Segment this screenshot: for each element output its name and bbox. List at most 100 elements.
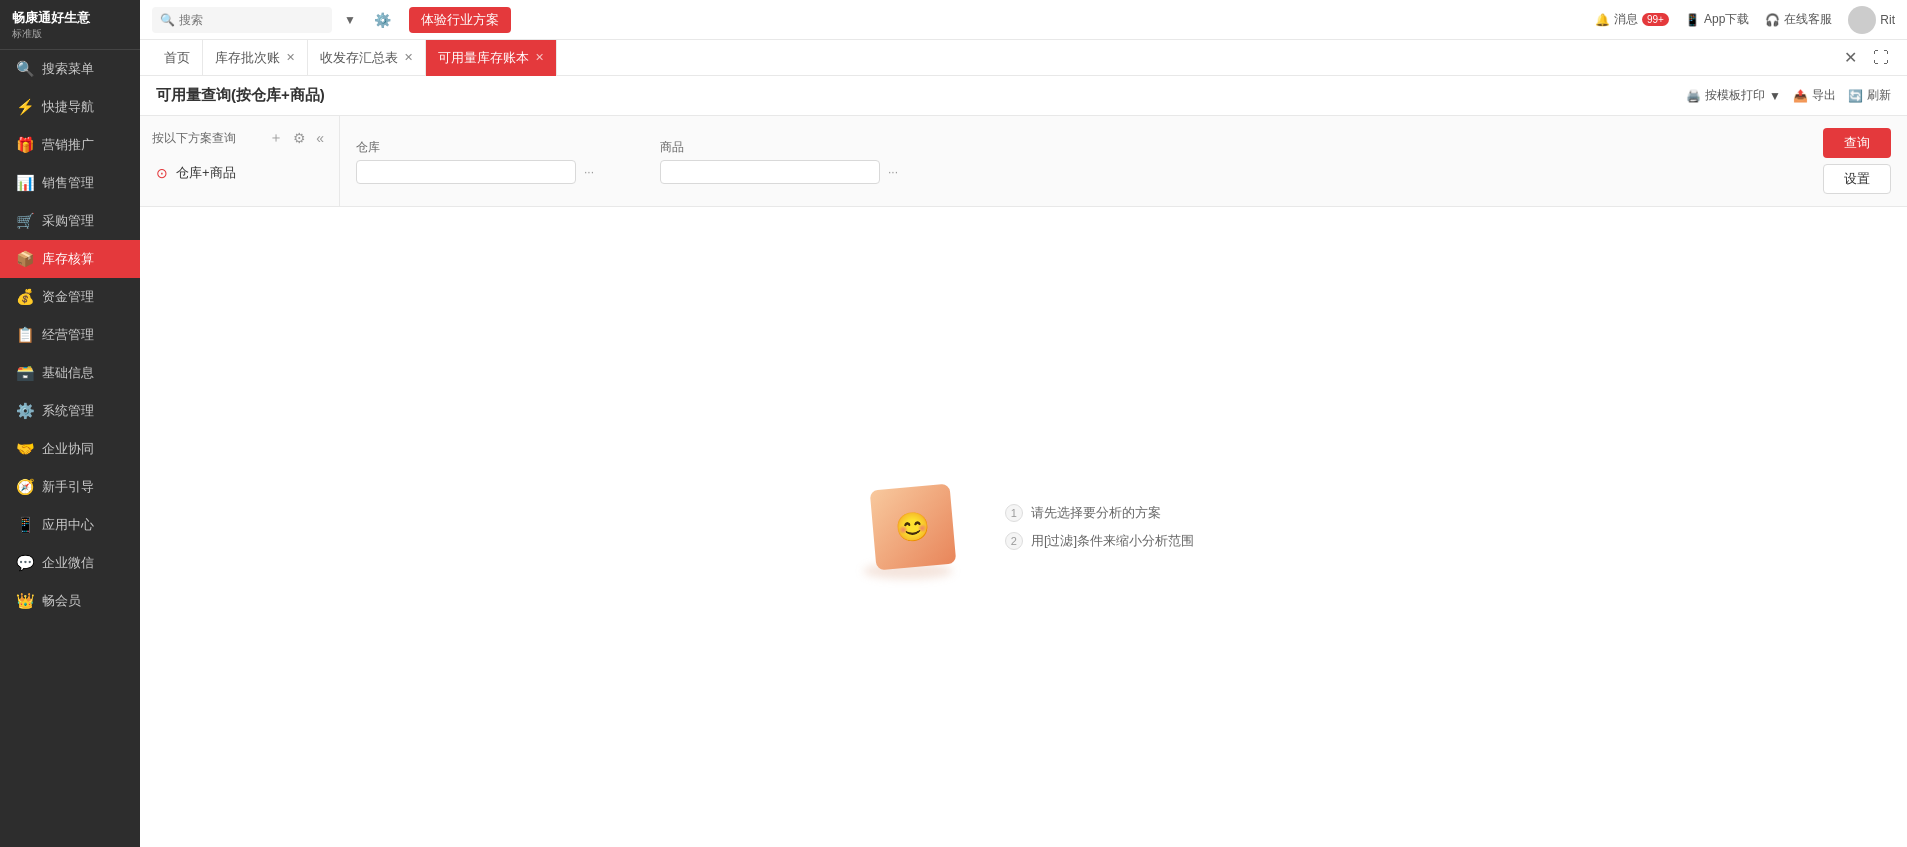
user-name: Rit (1880, 13, 1895, 27)
user-info[interactable]: Rit (1848, 6, 1895, 34)
search-input[interactable] (179, 13, 299, 27)
tab-batch-ledger[interactable]: 库存批次账 ✕ (203, 40, 308, 76)
product-filter-group: 商品 ··· (660, 139, 940, 184)
query-button[interactable]: 查询 (1823, 128, 1891, 158)
product-input[interactable] (660, 160, 880, 184)
topbar-settings-button[interactable]: ⚙️ (368, 10, 397, 30)
tab-home[interactable]: 首页 (152, 40, 203, 76)
tab-label: 库存批次账 (215, 49, 280, 67)
sidebar-item-inventory[interactable]: 📦 库存核算 (0, 240, 140, 278)
export-button[interactable]: 📤 导出 (1793, 87, 1836, 104)
manage-scheme-button[interactable]: ⚙ (290, 128, 309, 148)
sidebar-item-label: 采购管理 (42, 212, 94, 230)
compass-icon: 🧭 (16, 478, 34, 496)
phone-icon: 📱 (1685, 13, 1700, 27)
online-service-label: 在线客服 (1784, 11, 1832, 28)
online-service-item[interactable]: 🎧 在线客服 (1765, 11, 1832, 28)
close-icon[interactable]: ✕ (535, 51, 544, 64)
sidebar-item-label: 系统管理 (42, 402, 94, 420)
headset-icon: 🎧 (1765, 13, 1780, 27)
close-icon[interactable]: ✕ (286, 51, 295, 64)
add-scheme-button[interactable]: ＋ (266, 128, 286, 148)
export-icon: 📤 (1793, 89, 1808, 103)
refresh-label: 刷新 (1867, 87, 1891, 104)
sidebar-item-system[interactable]: ⚙️ 系统管理 (0, 392, 140, 430)
chart-icon: 📊 (16, 174, 34, 192)
search-icon: 🔍 (16, 60, 34, 78)
export-label: 导出 (1812, 87, 1836, 104)
sidebar-item-member[interactable]: 👑 畅会员 (0, 582, 140, 620)
sidebar-item-marketing[interactable]: 🎁 营销推广 (0, 126, 140, 164)
notification-item[interactable]: 🔔 消息 99+ (1595, 11, 1669, 28)
warehouse-input[interactable] (356, 160, 576, 184)
sidebar-item-label: 企业协同 (42, 440, 94, 458)
notification-label: 消息 (1614, 11, 1638, 28)
page-content: 可用量查询(按仓库+商品) 🖨️ 按模板打印 ▼ 📤 导出 🔄 刷新 (140, 76, 1907, 847)
scheme-item-label: 仓库+商品 (176, 164, 236, 182)
sidebar-item-label: 新手引导 (42, 478, 94, 496)
dropdown-button[interactable]: ▼ (340, 11, 360, 29)
sidebar-item-app-center[interactable]: 📱 应用中心 (0, 506, 140, 544)
search-box[interactable]: 🔍 (152, 7, 332, 33)
money-icon: 💰 (16, 288, 34, 306)
query-actions: 查询 设置 (1807, 116, 1907, 206)
print-icon: 🖨️ (1686, 89, 1701, 103)
sidebar-item-purchase[interactable]: 🛒 采购管理 (0, 202, 140, 240)
scheme-panel-actions: ＋ ⚙ « (266, 128, 327, 148)
topbar-right: 🔔 消息 99+ 📱 App下载 🎧 在线客服 Rit (1595, 6, 1895, 34)
sidebar-item-enterprise[interactable]: 🤝 企业协同 (0, 430, 140, 468)
sidebar-item-onboarding[interactable]: 🧭 新手引导 (0, 468, 140, 506)
close-tab-button[interactable]: ✕ (1838, 46, 1863, 69)
sidebar-item-shortcut[interactable]: ⚡ 快捷导航 (0, 88, 140, 126)
cart-icon: 🛒 (16, 212, 34, 230)
gear-icon: ⚙️ (16, 402, 34, 420)
mobile-icon: 📱 (16, 516, 34, 534)
tab-available-ledger[interactable]: 可用量库存账本 ✕ (426, 40, 557, 76)
crown-icon: 👑 (16, 592, 34, 610)
empty-tip-1: 1 请先选择要分析的方案 (1005, 504, 1194, 522)
tabs-right-actions: ✕ ⛶ (1838, 46, 1895, 69)
app-download-item[interactable]: 📱 App下载 (1685, 11, 1749, 28)
query-area: 按以下方案查询 ＋ ⚙ « ⊙ 仓库+商品 仓库 (140, 116, 1907, 207)
trial-button[interactable]: 体验行业方案 (409, 7, 511, 33)
warehouse-input-row: ··· (356, 160, 636, 184)
avatar (1848, 6, 1876, 34)
topbar: 🔍 ▼ ⚙️ 体验行业方案 🔔 消息 99+ 📱 App下载 🎧 在线客服 Ri… (140, 0, 1907, 40)
tab-label: 可用量库存账本 (438, 49, 529, 67)
sidebar-item-search[interactable]: 🔍 搜索菜单 (0, 50, 140, 88)
warehouse-more-button[interactable]: ··· (580, 163, 598, 181)
warehouse-filter-group: 仓库 ··· (356, 139, 636, 184)
scheme-item-icon: ⊙ (156, 165, 168, 181)
refresh-button[interactable]: 🔄 刷新 (1848, 87, 1891, 104)
sidebar-item-label: 应用中心 (42, 516, 94, 534)
print-button[interactable]: 🖨️ 按模板打印 ▼ (1686, 87, 1781, 104)
search-icon: 🔍 (160, 13, 175, 27)
filter-area: 仓库 ··· 商品 ··· (340, 116, 1807, 206)
sidebar: 畅康通好生意 标准版 🔍 搜索菜单 ⚡ 快捷导航 🎁 营销推广 📊 销售管理 🛒… (0, 0, 140, 847)
expand-tab-button[interactable]: ⛶ (1867, 46, 1895, 69)
empty-state: 1 请先选择要分析的方案 2 用[过滤]条件来缩小分析范围 (140, 207, 1907, 847)
sidebar-item-sales[interactable]: 📊 销售管理 (0, 164, 140, 202)
close-icon[interactable]: ✕ (404, 51, 413, 64)
flash-icon: ⚡ (16, 98, 34, 116)
settings-button[interactable]: 设置 (1823, 164, 1891, 194)
scheme-item-warehouse-product[interactable]: ⊙ 仓库+商品 (140, 156, 339, 190)
sidebar-item-basic-info[interactable]: 🗃️ 基础信息 (0, 354, 140, 392)
warehouse-filter-label: 仓库 (356, 139, 636, 156)
dropdown-icon: ▼ (1769, 89, 1781, 103)
sidebar-scroll: 🔍 搜索菜单 ⚡ 快捷导航 🎁 营销推广 📊 销售管理 🛒 采购管理 📦 库存核… (0, 50, 140, 847)
scheme-panel-header: 按以下方案查询 ＋ ⚙ « (140, 124, 339, 156)
bell-icon: 🔔 (1595, 13, 1610, 27)
clipboard-icon: 📋 (16, 326, 34, 344)
sidebar-item-wechat[interactable]: 💬 企业微信 (0, 544, 140, 582)
logo-title: 畅康通好生意 (12, 10, 128, 27)
sidebar-item-operations[interactable]: 📋 经营管理 (0, 316, 140, 354)
tab-inventory-summary[interactable]: 收发存汇总表 ✕ (308, 40, 426, 76)
tabs-bar: 首页 库存批次账 ✕ 收发存汇总表 ✕ 可用量库存账本 ✕ ✕ ⛶ (140, 40, 1907, 76)
sidebar-item-finance[interactable]: 💰 资金管理 (0, 278, 140, 316)
sidebar-item-label: 畅会员 (42, 592, 81, 610)
product-more-button[interactable]: ··· (884, 163, 902, 181)
collapse-scheme-button[interactable]: « (313, 128, 327, 148)
sidebar-item-label: 基础信息 (42, 364, 94, 382)
main-area: 🔍 ▼ ⚙️ 体验行业方案 🔔 消息 99+ 📱 App下载 🎧 在线客服 Ri… (140, 0, 1907, 847)
